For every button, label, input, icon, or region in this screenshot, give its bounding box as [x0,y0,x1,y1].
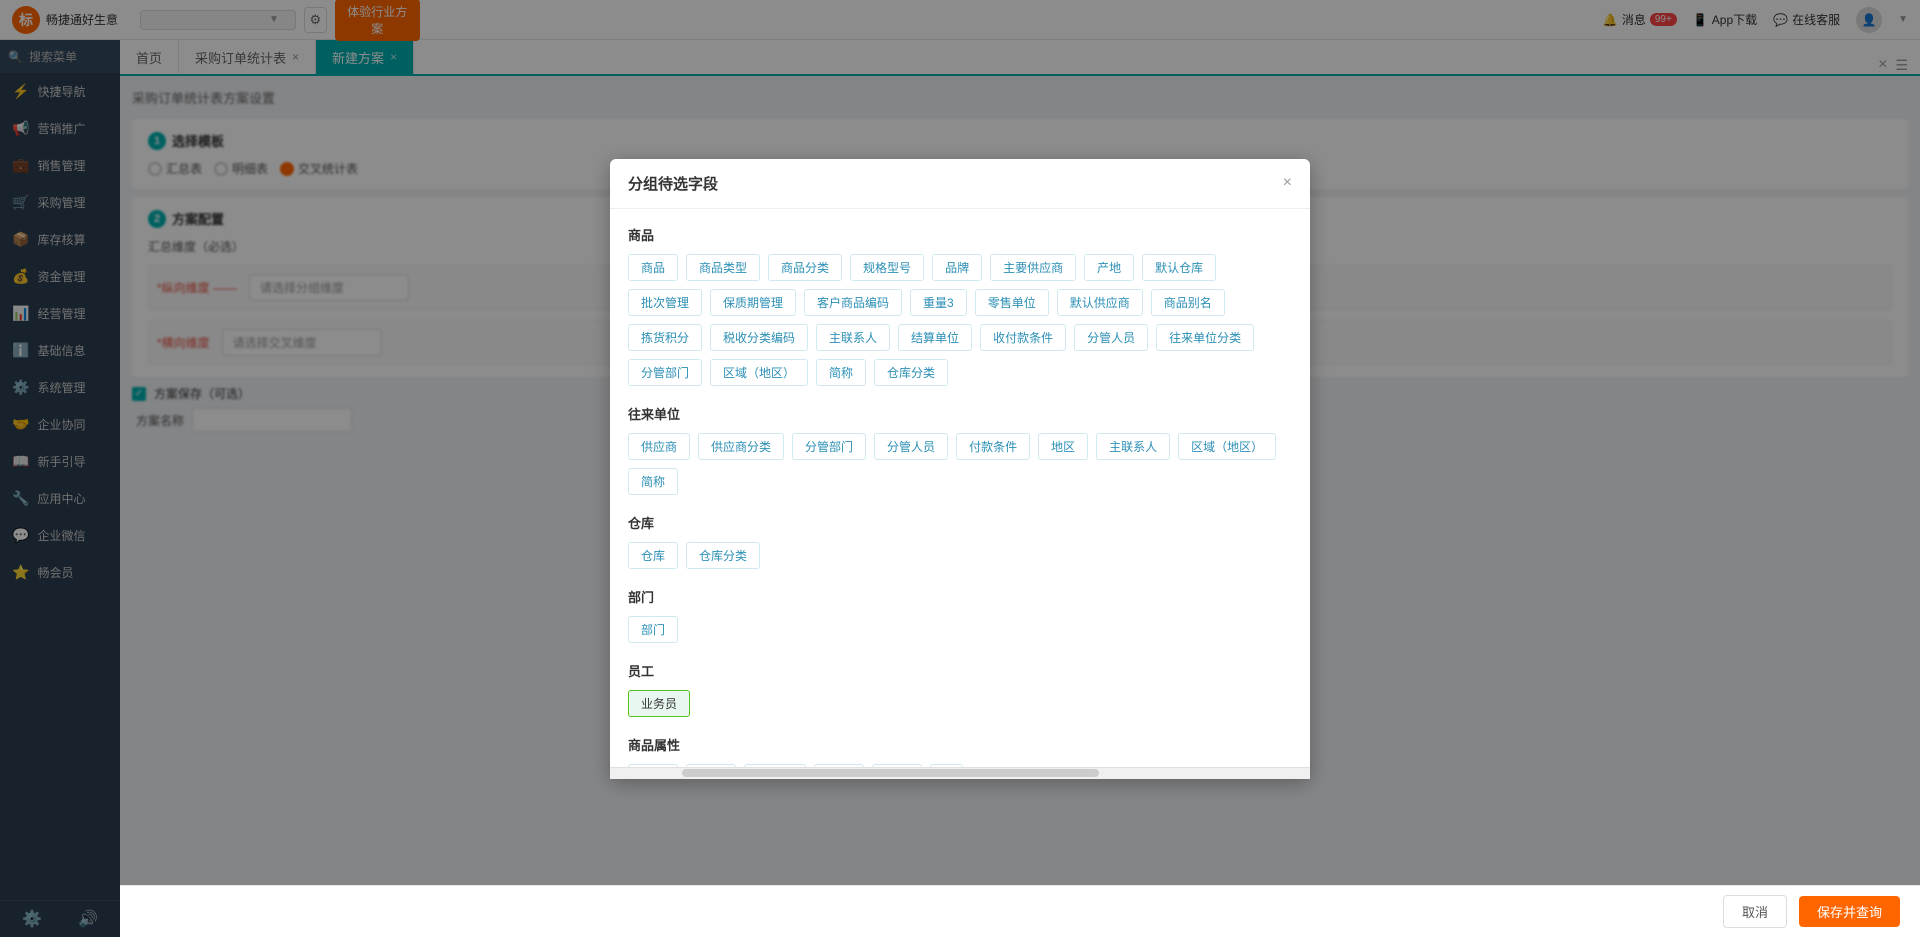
field-tag-0-8[interactable]: 批次管理 [628,289,702,316]
field-tag-0-10[interactable]: 客户商品编码 [804,289,902,316]
field-tags-4: 业务员 [628,690,1292,717]
field-group-title-3: 部门 [628,587,1292,606]
field-tag-3-0[interactable]: 部门 [628,616,678,643]
field-tag-1-3[interactable]: 分管人员 [874,433,948,460]
cancel-button[interactable]: 取消 [1723,895,1787,928]
field-group-title-0: 商品 [628,225,1292,244]
field-tag-0-7[interactable]: 默认仓库 [1142,254,1216,281]
field-group-5: 商品属性属性颜色多规格尺码鞋码1 [628,735,1292,767]
field-tag-0-14[interactable]: 商品别名 [1151,289,1225,316]
field-tag-0-5[interactable]: 主要供应商 [990,254,1076,281]
field-group-title-5: 商品属性 [628,735,1292,754]
field-selection-modal: 分组待选字段 × 商品商品商品类型商品分类规格型号品牌主要供应商产地默认仓库批次… [610,159,1310,779]
field-tag-1-7[interactable]: 区域（地区） [1178,433,1276,460]
field-tag-0-24[interactable]: 简称 [816,359,866,386]
field-tag-0-2[interactable]: 商品分类 [768,254,842,281]
field-tag-0-13[interactable]: 默认供应商 [1057,289,1143,316]
field-tag-0-12[interactable]: 零售单位 [975,289,1049,316]
field-tag-0-22[interactable]: 分管部门 [628,359,702,386]
field-tag-4-0[interactable]: 业务员 [628,690,690,717]
field-tag-0-19[interactable]: 收付款条件 [980,324,1066,351]
field-tag-0-9[interactable]: 保质期管理 [710,289,796,316]
field-group-title-1: 往来单位 [628,404,1292,423]
field-tags-2: 仓库仓库分类 [628,542,1292,569]
field-group-title-2: 仓库 [628,513,1292,532]
field-tag-0-1[interactable]: 商品类型 [686,254,760,281]
field-tag-1-2[interactable]: 分管部门 [792,433,866,460]
field-group-title-4: 员工 [628,661,1292,680]
field-tag-0-3[interactable]: 规格型号 [850,254,924,281]
modal-close-button[interactable]: × [1283,174,1292,192]
field-tag-0-25[interactable]: 仓库分类 [874,359,948,386]
field-tags-1: 供应商供应商分类分管部门分管人员付款条件地区主联系人区域（地区） 简称 [628,433,1292,495]
bottom-bar: 取消 保存并查询 [120,885,1920,937]
field-group-0: 商品商品商品类型商品分类规格型号品牌主要供应商产地默认仓库批次管理保质期管理客户… [628,225,1292,386]
field-tag-1-8[interactable]: 简称 [628,468,678,495]
field-tag-0-4[interactable]: 品牌 [932,254,982,281]
field-group-2: 仓库仓库仓库分类 [628,513,1292,569]
scrollbar-thumb [682,769,1100,777]
field-tag-1-6[interactable]: 主联系人 [1096,433,1170,460]
save-confirm-button[interactable]: 保存并查询 [1799,896,1900,927]
field-tag-0-0[interactable]: 商品 [628,254,678,281]
modal-horizontal-scrollbar[interactable] [610,767,1310,779]
field-group-4: 员工业务员 [628,661,1292,717]
modal-body: 商品商品商品类型商品分类规格型号品牌主要供应商产地默认仓库批次管理保质期管理客户… [610,209,1310,767]
modal-overlay: 分组待选字段 × 商品商品商品类型商品分类规格型号品牌主要供应商产地默认仓库批次… [0,0,1920,937]
field-group-3: 部门部门 [628,587,1292,643]
field-tag-0-18[interactable]: 结算单位 [898,324,972,351]
field-tag-0-20[interactable]: 分管人员 [1074,324,1148,351]
modal-header: 分组待选字段 × [610,159,1310,209]
field-tag-0-21[interactable]: 往来单位分类 [1156,324,1254,351]
field-tag-1-4[interactable]: 付款条件 [956,433,1030,460]
field-tag-0-11[interactable]: 重量3 [910,289,967,316]
field-group-1: 往来单位供应商供应商分类分管部门分管人员付款条件地区主联系人区域（地区） 简称 [628,404,1292,495]
field-tag-2-0[interactable]: 仓库 [628,542,678,569]
modal-title: 分组待选字段 [628,173,718,194]
field-tag-0-17[interactable]: 主联系人 [816,324,890,351]
field-tag-1-1[interactable]: 供应商分类 [698,433,784,460]
field-tag-0-16[interactable]: 税收分类编码 [710,324,808,351]
field-tag-1-5[interactable]: 地区 [1038,433,1088,460]
field-tag-0-6[interactable]: 产地 [1084,254,1134,281]
field-tags-3: 部门 [628,616,1292,643]
field-tag-0-15[interactable]: 拣货积分 [628,324,702,351]
field-tag-2-1[interactable]: 仓库分类 [686,542,760,569]
field-tags-0: 商品商品类型商品分类规格型号品牌主要供应商产地默认仓库批次管理保质期管理客户商品… [628,254,1292,386]
field-tag-0-23[interactable]: 区域（地区） [710,359,808,386]
field-tag-1-0[interactable]: 供应商 [628,433,690,460]
